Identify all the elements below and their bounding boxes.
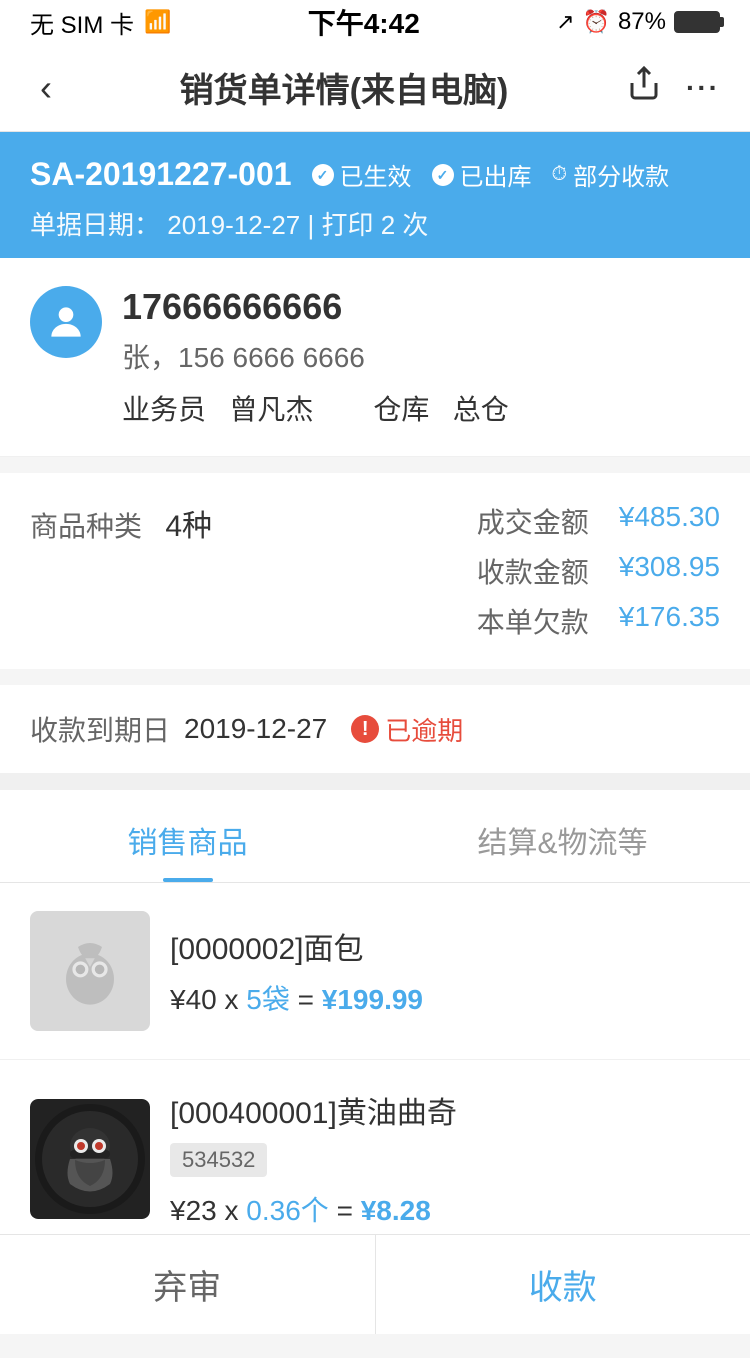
order-header-banner: SA-20191227-001 ✓ 已生效 ✓ 已出库 ⏱ 部分收款 单据日期：… — [0, 132, 750, 258]
date-value: 2019-12-27 — [167, 210, 300, 240]
check-icon: ✓ — [312, 164, 334, 186]
warehouse-value: 总仓 — [453, 394, 509, 425]
product-item-bread: 量+ [0000002]面包 ¥40 x 5袋 = ¥199.99 — [0, 883, 750, 1060]
location-icon: ↗ — [556, 9, 574, 35]
customer-section: 17666666666 张，156 6666 6666 业务员 曾凡杰 仓库 总… — [0, 258, 750, 457]
customer-details: 17666666666 张，156 6666 6666 业务员 曾凡杰 仓库 总… — [122, 286, 720, 428]
tab-bar: 销售商品 结算&物流等 — [0, 790, 750, 883]
nav-bar: ‹ 销货单详情(来自电脑) ··· — [0, 44, 750, 132]
order-status-row: SA-20191227-001 ✓ 已生效 ✓ 已出库 ⏱ 部分收款 — [30, 156, 720, 193]
received-amount-row: 收款金额 ¥308.95 — [477, 551, 720, 591]
due-label: 收款到期日 — [30, 709, 170, 749]
customer-id: 17666666666 — [122, 286, 720, 328]
total-cookie: ¥8.28 — [361, 1195, 431, 1226]
customer-phone: 张，156 6666 6666 — [122, 336, 720, 376]
owed-amount-row: 本单欠款 ¥176.35 — [477, 601, 720, 641]
status-bar: 无 SIM 卡 📶 下午4:42 ↗ ⏰ 87% — [0, 0, 750, 44]
back-button[interactable]: ‹ — [30, 57, 62, 119]
product-list: 量+ [0000002]面包 ¥40 x 5袋 = ¥199.99 — [0, 883, 750, 1258]
battery-icon — [674, 11, 720, 33]
check-icon-2: ✓ — [432, 164, 454, 186]
product-thumb-cookie — [30, 1099, 150, 1219]
warehouse-label: 仓库 总仓 — [373, 388, 508, 428]
product-name-bread: [0000002]面包 — [170, 924, 720, 968]
clock-icon: ⏱ — [552, 163, 568, 186]
product-name-cookie: [000400001]黄油曲奇 — [170, 1088, 720, 1132]
order-date-row: 单据日期： 2019-12-27 | 打印 2 次 — [30, 205, 720, 242]
sales-label: 业务员 曾凡杰 — [122, 388, 313, 428]
total-bread: ¥199.99 — [322, 984, 423, 1015]
print-suffix: 次 — [402, 210, 428, 240]
order-id: SA-20191227-001 — [30, 156, 292, 193]
qty-cookie: 0.36个 — [246, 1195, 329, 1226]
type-label: 商品种类 — [30, 511, 142, 542]
product-thumb-bread: 量+ — [30, 911, 150, 1031]
amount-summary: 成交金额 ¥485.30 收款金额 ¥308.95 本单欠款 ¥176.35 — [477, 501, 720, 641]
status-time: 下午4:42 — [308, 2, 420, 42]
status-badge-shipped: ✓ 已出库 — [432, 157, 532, 192]
wifi-icon: 📶 — [144, 9, 171, 35]
tab-sales-products[interactable]: 销售商品 — [0, 790, 375, 882]
collect-payment-button[interactable]: 收款 — [376, 1235, 750, 1334]
qty-bread: 5袋 — [246, 984, 290, 1015]
bottom-action-bar: 弃审 收款 — [0, 1234, 750, 1334]
print-count: 2 — [381, 210, 395, 240]
section-divider — [0, 774, 750, 790]
price-unit-cookie: ¥23 — [170, 1195, 217, 1226]
status-badge-partial: ⏱ 部分收款 — [552, 157, 670, 192]
sales-value: 曾凡杰 — [229, 394, 313, 425]
alarm-icon: ⏰ — [583, 9, 610, 35]
summary-section: 商品种类 4种 成交金额 ¥485.30 收款金额 ¥308.95 本单欠款 ¥… — [0, 473, 750, 669]
product-tag-cookie: 534532 — [170, 1143, 267, 1177]
type-value: 4种 — [165, 510, 212, 543]
owed-label: 本单欠款 — [477, 601, 589, 641]
deal-value: ¥485.30 — [619, 501, 720, 541]
cancel-review-button[interactable]: 弃审 — [0, 1235, 376, 1334]
date-label: 单据日期： — [30, 210, 160, 240]
overdue-icon: ! — [351, 715, 379, 743]
overdue-label: 已逾期 — [385, 711, 463, 748]
nav-right-actions: ··· — [626, 65, 720, 110]
customer-meta: 业务员 曾凡杰 仓库 总仓 — [122, 388, 720, 428]
received-value: ¥308.95 — [619, 551, 720, 591]
carrier-label: 无 SIM 卡 — [30, 5, 134, 40]
share-button[interactable] — [626, 65, 662, 110]
status-badge-effective: ✓ 已生效 — [312, 157, 412, 192]
deal-label: 成交金额 — [477, 501, 589, 541]
product-price-bread: ¥40 x 5袋 = ¥199.99 — [170, 978, 720, 1018]
owed-value: ¥176.35 — [619, 601, 720, 641]
received-label: 收款金额 — [477, 551, 589, 591]
price-unit-bread: ¥40 — [170, 984, 217, 1015]
status-right: ↗ ⏰ 87% — [556, 8, 720, 36]
page-title: 销货单详情(来自电脑) — [180, 63, 509, 112]
product-info-cookie: [000400001]黄油曲奇 534532 ¥23 x 0.36个 = ¥8.… — [170, 1088, 720, 1229]
product-price-cookie: ¥23 x 0.36个 = ¥8.28 — [170, 1189, 720, 1229]
product-item-cookie: [000400001]黄油曲奇 534532 ¥23 x 0.36个 = ¥8.… — [0, 1060, 750, 1258]
due-date-section: 收款到期日 2019-12-27 ! 已逾期 — [0, 685, 750, 774]
customer-avatar — [30, 286, 102, 358]
overdue-badge: ! 已逾期 — [351, 711, 463, 748]
status-left: 无 SIM 卡 📶 — [30, 5, 171, 40]
product-info-bread: [0000002]面包 ¥40 x 5袋 = ¥199.99 — [170, 924, 720, 1018]
due-date-value: 2019-12-27 — [184, 713, 327, 745]
deal-amount-row: 成交金额 ¥485.30 — [477, 501, 720, 541]
tab-settlement-logistics[interactable]: 结算&物流等 — [375, 790, 750, 882]
more-button[interactable]: ··· — [686, 72, 720, 104]
product-type-info: 商品种类 4种 — [30, 501, 212, 545]
print-label: | 打印 — [307, 210, 373, 240]
battery-label: 87% — [618, 8, 666, 36]
thumb-placeholder: 量+ — [30, 911, 150, 1031]
